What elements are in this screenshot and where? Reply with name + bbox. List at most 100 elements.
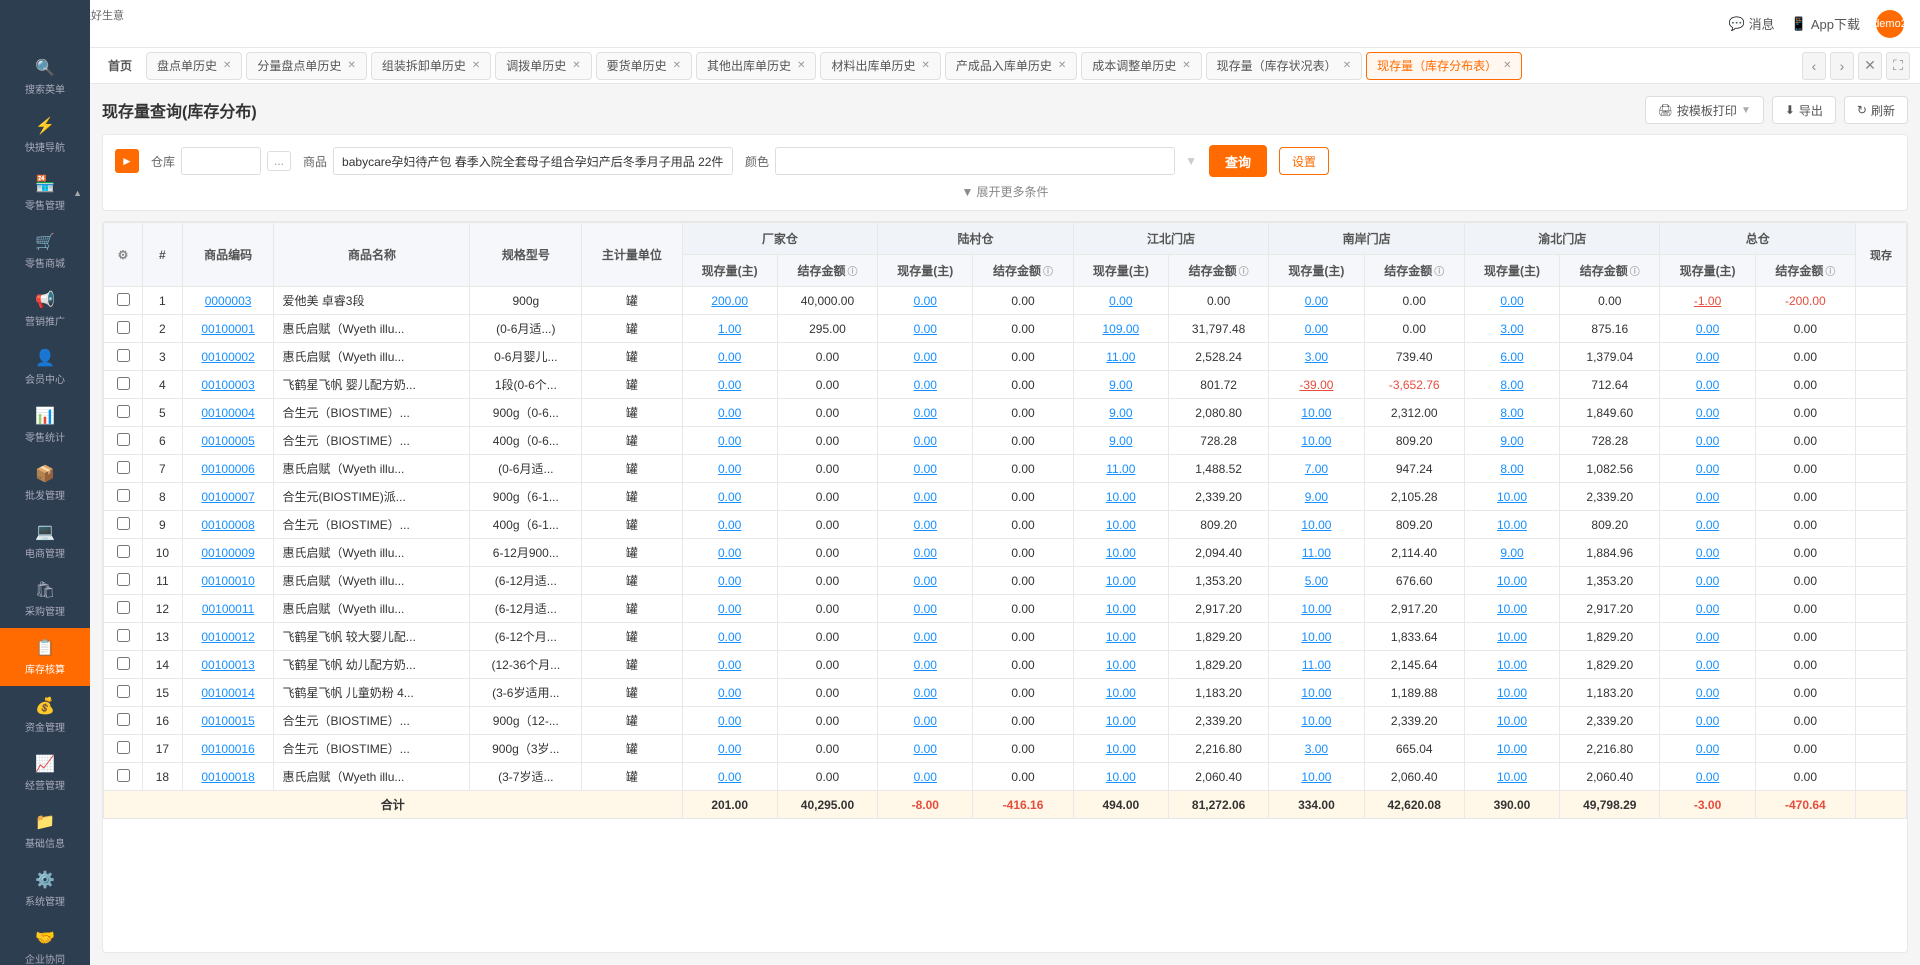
tab-home[interactable]: 首页 <box>98 57 142 74</box>
cell-tot-qty[interactable]: 0.00 <box>1660 539 1755 567</box>
cell-lcc-qty[interactable]: 0.00 <box>878 735 973 763</box>
sidebar-item-corp[interactable]: 🤝 企业协同 <box>0 918 90 965</box>
cell-jb-qty[interactable]: 11.00 <box>1073 455 1168 483</box>
info-icon-yb[interactable]: ⓘ <box>1630 267 1640 278</box>
cell-yb-qty[interactable]: 10.00 <box>1464 567 1559 595</box>
cell-na-qty[interactable]: 10.00 <box>1269 707 1364 735</box>
sidebar-item-base[interactable]: 📁 基础信息 <box>0 802 90 860</box>
cell-lcc-qty[interactable]: 0.00 <box>878 707 973 735</box>
goods-input[interactable] <box>333 147 733 175</box>
refresh-btn[interactable]: ↻ 刷新 <box>1844 96 1908 124</box>
cell-cjc-qty[interactable]: 200.00 <box>682 287 777 315</box>
cell-lcc-qty[interactable]: 0.00 <box>878 315 973 343</box>
cell-cjc-qty[interactable]: 0.00 <box>682 707 777 735</box>
cell-yb-qty[interactable]: 10.00 <box>1464 763 1559 791</box>
cell-lcc-qty[interactable]: 0.00 <box>878 539 973 567</box>
cell-tot-qty[interactable]: 0.00 <box>1660 595 1755 623</box>
cell-tot-qty[interactable]: 0.00 <box>1660 427 1755 455</box>
cell-tot-qty[interactable]: 0.00 <box>1660 371 1755 399</box>
user-info[interactable]: demo2 <box>1876 10 1904 38</box>
cell-na-qty[interactable]: 10.00 <box>1269 679 1364 707</box>
cell-na-qty[interactable]: 7.00 <box>1269 455 1364 483</box>
sidebar-item-finance[interactable]: 💰 资金管理 <box>0 686 90 744</box>
info-icon-na[interactable]: ⓘ <box>1434 267 1444 278</box>
tab-material-out[interactable]: 材料出库单历史 ✕ <box>820 52 940 80</box>
cell-na-qty[interactable]: -39.00 <box>1269 371 1364 399</box>
cell-lcc-qty[interactable]: 0.00 <box>878 511 973 539</box>
cell-cjc-qty[interactable]: 0.00 <box>682 623 777 651</box>
tab-pd-split[interactable]: 分量盘点单历史 ✕ <box>246 52 366 80</box>
sidebar-item-nav[interactable]: ⚡ 快捷导航 <box>0 106 90 164</box>
sidebar-item-retail-stats[interactable]: 📊 零售统计 <box>0 396 90 454</box>
cell-cjc-qty[interactable]: 0.00 <box>682 539 777 567</box>
cell-jb-qty[interactable]: 10.00 <box>1073 511 1168 539</box>
cell-jb-qty[interactable]: 10.00 <box>1073 623 1168 651</box>
cell-yb-qty[interactable]: 8.00 <box>1464 399 1559 427</box>
cell-na-qty[interactable]: 0.00 <box>1269 287 1364 315</box>
cell-lcc-qty[interactable]: 0.00 <box>878 399 973 427</box>
cell-lcc-qty[interactable]: 0.00 <box>878 455 973 483</box>
cell-tot-qty[interactable]: 0.00 <box>1660 483 1755 511</box>
tab-other-out[interactable]: 其他出库单历史 ✕ <box>696 52 816 80</box>
cell-yb-qty[interactable]: 10.00 <box>1464 679 1559 707</box>
cell-tot-qty[interactable]: 0.00 <box>1660 763 1755 791</box>
cell-lcc-qty[interactable]: 0.00 <box>878 371 973 399</box>
message-btn[interactable]: 💬 消息 <box>1728 14 1774 33</box>
cell-yb-qty[interactable]: 10.00 <box>1464 623 1559 651</box>
sidebar-item-member[interactable]: 👤 会员中心 <box>0 338 90 396</box>
sidebar-item-retail-store[interactable]: 🛒 零售商城 <box>0 222 90 280</box>
cell-lcc-qty[interactable]: 0.00 <box>878 343 973 371</box>
sidebar-item-purchase[interactable]: 🛍 采购管理 <box>0 570 90 628</box>
cell-jb-qty[interactable]: 10.00 <box>1073 483 1168 511</box>
cell-jb-qty[interactable]: 10.00 <box>1073 539 1168 567</box>
cell-na-qty[interactable]: 10.00 <box>1269 623 1364 651</box>
sidebar-item-search[interactable]: 🔍 搜索英单 <box>0 48 90 106</box>
cell-lcc-qty[interactable]: 0.00 <box>878 427 973 455</box>
cell-cjc-qty[interactable]: 0.00 <box>682 455 777 483</box>
cell-tot-qty[interactable]: -1.00 <box>1660 287 1755 315</box>
cell-jb-qty[interactable]: 10.00 <box>1073 763 1168 791</box>
tab-stock-dist[interactable]: 现存量（库存分布表） ✕ <box>1366 52 1522 80</box>
info-icon-tot[interactable]: ⓘ <box>1825 267 1835 278</box>
cell-tot-qty[interactable]: 0.00 <box>1660 315 1755 343</box>
sidebar-item-marketing[interactable]: 📢 营销推广 <box>0 280 90 338</box>
cell-cjc-qty[interactable]: 0.00 <box>682 595 777 623</box>
cell-checkbox[interactable] <box>104 679 143 707</box>
sidebar-item-stock[interactable]: 📋 库存核算 <box>0 628 90 686</box>
cell-code[interactable]: 00100005 <box>182 427 274 455</box>
cell-yb-qty[interactable]: 8.00 <box>1464 455 1559 483</box>
cell-na-qty[interactable]: 11.00 <box>1269 539 1364 567</box>
cell-checkbox[interactable] <box>104 707 143 735</box>
th-gear[interactable]: ⚙ <box>104 223 143 287</box>
cell-jb-qty[interactable]: 10.00 <box>1073 651 1168 679</box>
tab-prev-btn[interactable]: ‹ <box>1802 52 1826 80</box>
cell-jb-qty[interactable]: 10.00 <box>1073 735 1168 763</box>
cell-code[interactable]: 00100006 <box>182 455 274 483</box>
tab-close-all-btn[interactable]: ✕ <box>1858 52 1882 80</box>
cell-checkbox[interactable] <box>104 763 143 791</box>
cell-checkbox[interactable] <box>104 399 143 427</box>
warehouse-ellipsis-btn[interactable]: ... <box>267 151 291 171</box>
cell-tot-qty[interactable]: 0.00 <box>1660 455 1755 483</box>
cell-cjc-qty[interactable]: 0.00 <box>682 343 777 371</box>
cell-checkbox[interactable] <box>104 595 143 623</box>
cell-tot-qty[interactable]: 0.00 <box>1660 735 1755 763</box>
tab-close-icon[interactable]: ✕ <box>1343 60 1351 71</box>
cell-jb-qty[interactable]: 109.00 <box>1073 315 1168 343</box>
cell-code[interactable]: 00100012 <box>182 623 274 651</box>
cell-checkbox[interactable] <box>104 567 143 595</box>
sidebar-item-ops[interactable]: 📈 经营管理 <box>0 744 90 802</box>
cell-cjc-qty[interactable]: 0.00 <box>682 511 777 539</box>
cell-checkbox[interactable] <box>104 455 143 483</box>
cell-tot-qty[interactable]: 0.00 <box>1660 511 1755 539</box>
cell-na-qty[interactable]: 9.00 <box>1269 483 1364 511</box>
expand-btn[interactable]: ▼ 展开更多条件 <box>962 183 1049 200</box>
tab-close-icon[interactable]: ✕ <box>673 60 681 71</box>
cell-lcc-qty[interactable]: 0.00 <box>878 287 973 315</box>
cell-code[interactable]: 00100009 <box>182 539 274 567</box>
cell-jb-qty[interactable]: 10.00 <box>1073 707 1168 735</box>
cell-checkbox[interactable] <box>104 343 143 371</box>
cell-yb-qty[interactable]: 9.00 <box>1464 539 1559 567</box>
tab-close-icon[interactable]: ✕ <box>1058 60 1066 71</box>
tab-close-icon[interactable]: ✕ <box>472 60 480 71</box>
